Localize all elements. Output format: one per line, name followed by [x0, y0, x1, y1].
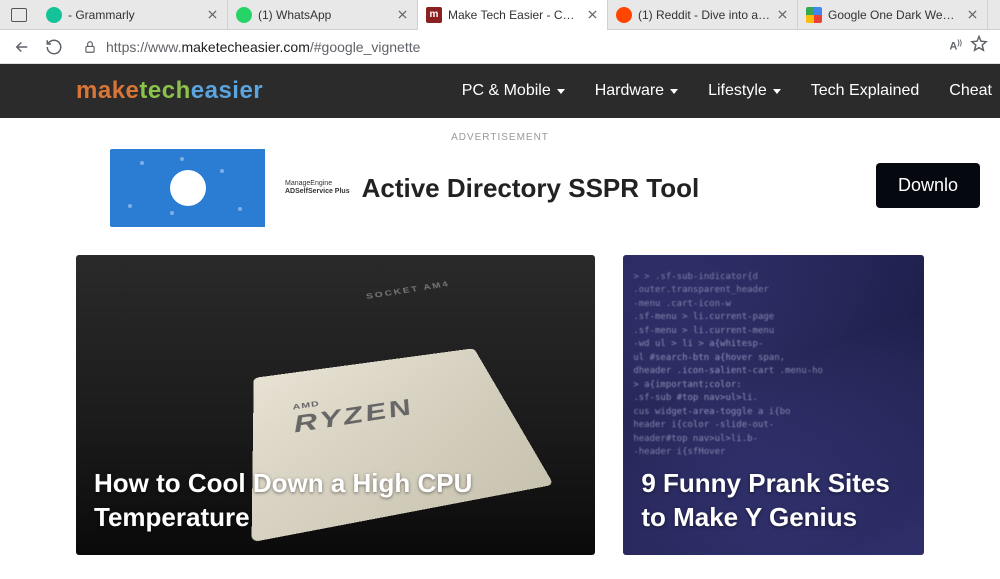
article-card-prank[interactable]: > > .sf-sub-indicator{d.outer.transparen… [623, 255, 924, 555]
chevron-down-icon [773, 89, 781, 94]
ad-label: ADVERTISEMENT [0, 132, 1000, 143]
close-icon[interactable] [965, 8, 979, 22]
article-card-cpu[interactable]: SOCKET AM4 AMD RYZEN How to Cool Down a … [76, 255, 595, 555]
close-icon[interactable] [775, 8, 789, 22]
lock-icon [82, 39, 98, 55]
ad-brand: ManageEngine ADSelfService Plus [285, 180, 350, 195]
close-icon[interactable] [395, 8, 409, 22]
close-icon[interactable] [585, 8, 599, 22]
read-aloud-icon[interactable]: A)) [949, 40, 962, 53]
key-icon [170, 170, 206, 206]
tab-title: Google One Dark Web repo [828, 8, 961, 22]
ad-headline: Active Directory SSPR Tool [362, 173, 700, 204]
tab-bar: - Grammarly (1) WhatsApp m Make Tech Eas… [0, 0, 1000, 30]
site-nav: PC & Mobile Hardware Lifestyle Tech Expl… [462, 64, 1000, 118]
nav-tech-explained[interactable]: Tech Explained [811, 82, 920, 100]
article-row: SOCKET AM4 AMD RYZEN How to Cool Down a … [0, 255, 1000, 555]
tab-googleone[interactable]: Google One Dark Web repo [798, 0, 988, 30]
site-logo[interactable]: maketecheasier [76, 77, 263, 105]
ad-download-button[interactable]: Downlo [876, 163, 980, 208]
tab-title: - Grammarly [68, 8, 201, 22]
article-title: How to Cool Down a High CPU Temperature [94, 467, 577, 535]
nav-cheatsheets[interactable]: Cheat [949, 82, 992, 100]
favorite-icon[interactable] [970, 35, 988, 58]
nav-hardware[interactable]: Hardware [595, 82, 678, 100]
favicon-reddit [616, 7, 632, 23]
tab-reddit[interactable]: (1) Reddit - Dive into anythi [608, 0, 798, 30]
favicon-google [806, 7, 822, 23]
back-button[interactable] [8, 33, 36, 61]
nav-pc-mobile[interactable]: PC & Mobile [462, 82, 565, 100]
address-bar[interactable]: https://www.maketecheasier.com/#google_v… [82, 33, 935, 61]
toolbar: https://www.maketecheasier.com/#google_v… [0, 30, 1000, 64]
url-text: https://www.maketecheasier.com/#google_v… [106, 39, 420, 55]
chevron-down-icon [557, 89, 565, 94]
close-icon[interactable] [205, 8, 219, 22]
ad-graphic [110, 149, 265, 227]
page-content: ADVERTISEMENT ManageEngine ADSelfService… [0, 132, 1000, 555]
tab-title: (1) Reddit - Dive into anythi [638, 8, 771, 22]
tab-maketecheasier[interactable]: m Make Tech Easier - Compute [418, 0, 608, 30]
tab-whatsapp[interactable]: (1) WhatsApp [228, 0, 418, 30]
refresh-button[interactable] [40, 33, 68, 61]
nav-lifestyle[interactable]: Lifestyle [708, 82, 781, 100]
tab-title: Make Tech Easier - Compute [448, 8, 581, 22]
chevron-down-icon [670, 89, 678, 94]
tab-title: (1) WhatsApp [258, 8, 391, 22]
toolbar-actions: A)) [949, 35, 992, 58]
site-header: maketecheasier PC & Mobile Hardware Life… [0, 64, 1000, 118]
favicon-mte: m [426, 7, 442, 23]
collections-button[interactable] [0, 8, 38, 22]
article-title: 9 Funny Prank Sites to Make Y Genius [641, 467, 906, 535]
ad-banner[interactable]: ManageEngine ADSelfService Plus Active D… [110, 149, 890, 227]
browser-chrome: - Grammarly (1) WhatsApp m Make Tech Eas… [0, 0, 1000, 64]
favicon-grammarly [46, 7, 62, 23]
tab-grammarly[interactable]: - Grammarly [38, 0, 228, 30]
favicon-whatsapp [236, 7, 252, 23]
